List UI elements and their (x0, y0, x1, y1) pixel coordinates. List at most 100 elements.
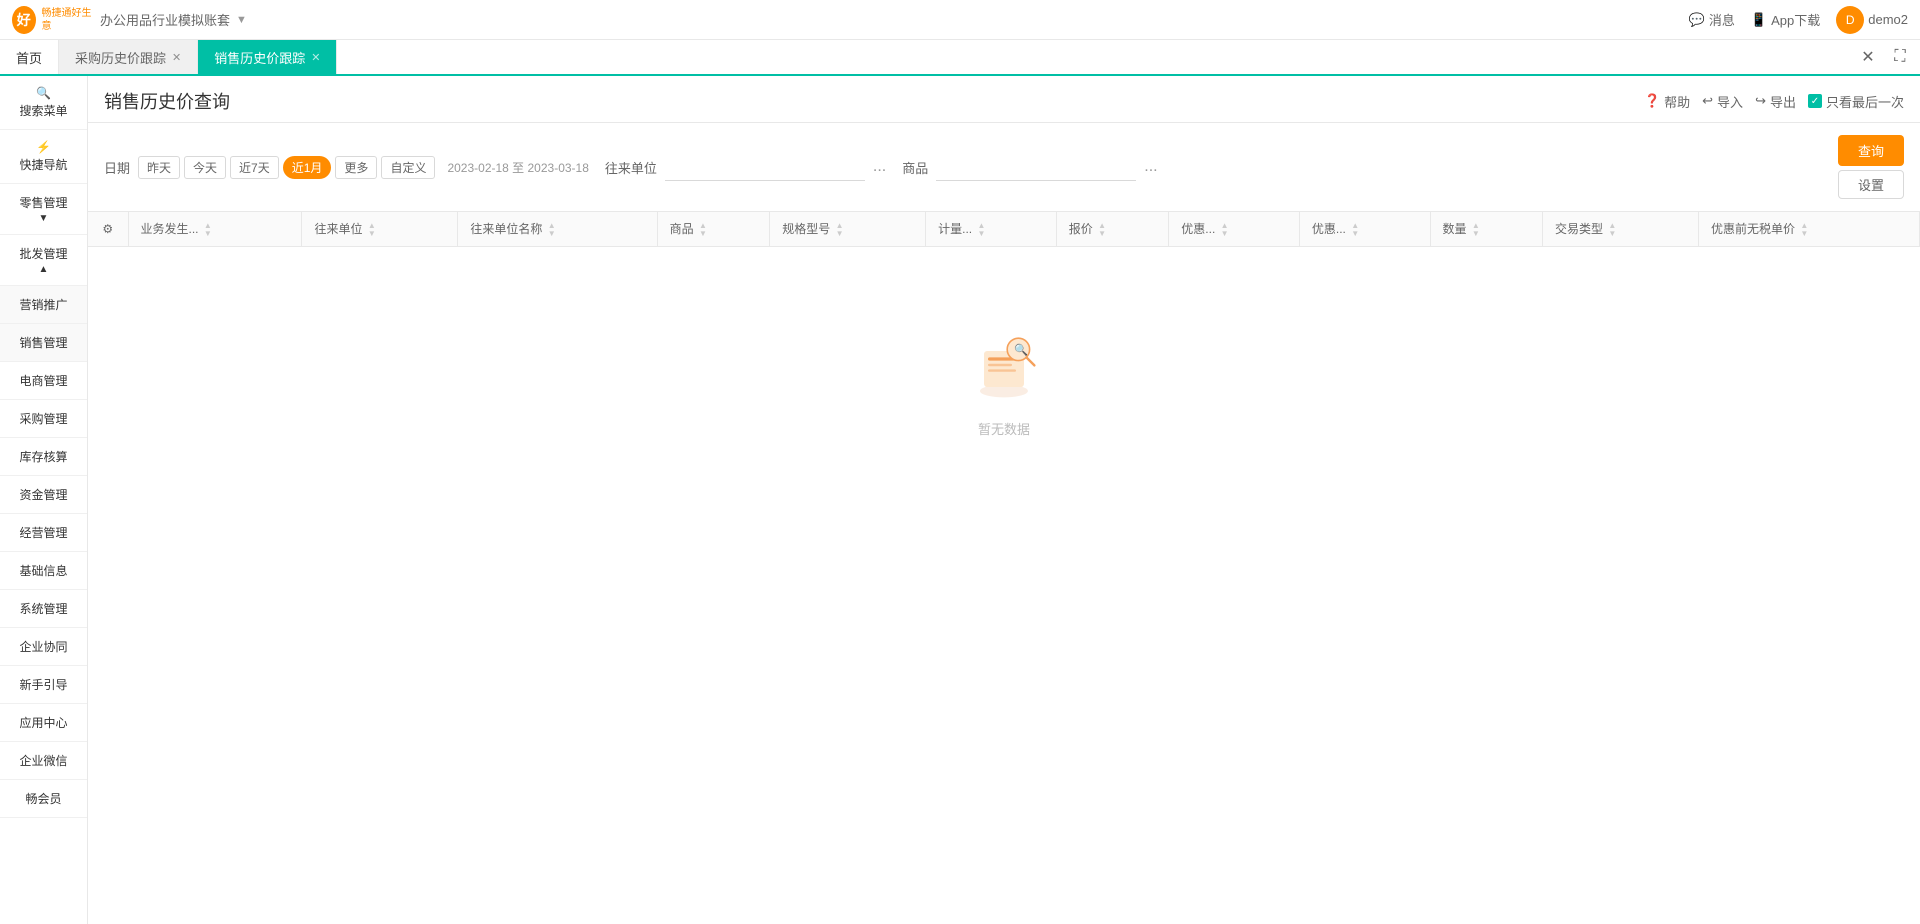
export-button[interactable]: ↪ 导出 (1755, 92, 1796, 111)
sidebar-item-wholesale[interactable]: 批发管理 ▲ (0, 235, 87, 286)
last-one-only-checkbox[interactable]: ✓ 只看最后一次 (1808, 92, 1904, 111)
sort-discount1-icon: ▲▼ (1221, 222, 1229, 238)
date-btn-custom[interactable]: 自定义 (381, 156, 435, 179)
sidebar-item-purchase[interactable]: 采购管理 (0, 400, 87, 438)
message-button[interactable]: 💬 消息 (1689, 10, 1735, 29)
col-qty[interactable]: 数量 ▲▼ (1430, 212, 1543, 246)
goods-input[interactable] (936, 153, 1136, 181)
sort-counterparty-icon: ▲▼ (368, 222, 376, 238)
sidebar: 🔍 搜索菜单 ⚡ 快捷导航 零售管理 ▼ 批发管理 ▲ 营销推广 销售管理 电商… (0, 76, 88, 924)
sidebar-item-marketing[interactable]: 营销推广 (0, 286, 87, 324)
tab-sales-label: 销售历史价跟踪 (214, 48, 305, 67)
goods-filter-group: 商品 ... (902, 153, 1157, 181)
sidebar-item-member[interactable]: 畅会员 (0, 780, 87, 818)
last-one-only-label: 只看最后一次 (1826, 92, 1904, 111)
tab-purchase-close-icon[interactable]: ✕ (172, 51, 181, 64)
user-avatar-button[interactable]: D demo2 (1836, 6, 1908, 34)
sidebar-item-guide[interactable]: 新手引导 (0, 666, 87, 704)
sidebar-item-quick-nav[interactable]: ⚡ 快捷导航 (0, 130, 87, 184)
date-options: 昨天 今天 近7天 近1月 更多 自定义 (138, 156, 435, 179)
user-name-label: demo2 (1868, 12, 1908, 27)
app-icon: 📱 (1751, 12, 1767, 28)
help-button[interactable]: ❓ 帮助 (1644, 92, 1690, 111)
tab-home[interactable]: 首页 (0, 40, 59, 74)
query-button[interactable]: 查询 (1838, 135, 1904, 166)
sidebar-item-finance[interactable]: 资金管理 (0, 476, 87, 514)
sidebar-wechat-label: 企业微信 (19, 752, 67, 769)
col-tx-type[interactable]: 交易类型 ▲▼ (1543, 212, 1699, 246)
top-bar: 好 畅捷通好生意 办公用品行业模拟账套 ▼ 💬 消息 📱 App下载 D dem… (0, 0, 1920, 40)
sidebar-item-enterprise[interactable]: 企业协同 (0, 628, 87, 666)
sidebar-item-system[interactable]: 系统管理 (0, 590, 87, 628)
sidebar-item-search[interactable]: 🔍 搜索菜单 (0, 76, 87, 130)
sidebar-item-wechat[interactable]: 企业微信 (0, 742, 87, 780)
col-counterparty-name[interactable]: 往来单位名称 ▲▼ (458, 212, 657, 246)
sort-tx-type-icon: ▲▼ (1608, 222, 1616, 238)
sidebar-member-label: 畅会员 (25, 790, 61, 807)
help-label: 帮助 (1664, 92, 1690, 111)
import-icon: ↩ (1702, 93, 1713, 109)
help-icon: ❓ (1644, 93, 1660, 109)
date-btn-7days[interactable]: 近7天 (230, 156, 279, 179)
table-header-row: ⚙ 业务发生... ▲▼ 往来单位 ▲▼ (88, 212, 1920, 246)
col-counterparty[interactable]: 往来单位 ▲▼ (302, 212, 458, 246)
sort-spec-icon: ▲▼ (836, 222, 844, 238)
goods-more-icon[interactable]: ... (1144, 158, 1157, 176)
export-icon: ↪ (1755, 93, 1766, 109)
col-quote[interactable]: 报价 ▲▼ (1056, 212, 1169, 246)
sort-biz-date-icon: ▲▼ (204, 222, 212, 238)
sort-discount2-icon: ▲▼ (1351, 222, 1359, 238)
tab-sales-close-icon[interactable]: ✕ (311, 51, 320, 64)
counterparty-input[interactable] (665, 153, 865, 181)
sidebar-purchase-label: 采购管理 (19, 410, 67, 427)
date-btn-more[interactable]: 更多 (335, 156, 377, 179)
sidebar-item-inventory[interactable]: 库存核算 (0, 438, 87, 476)
page-actions: ❓ 帮助 ↩ 导入 ↪ 导出 ✓ 只看最后一次 (1644, 92, 1904, 111)
tab-purchase[interactable]: 采购历史价跟踪 ✕ (59, 40, 198, 74)
col-biz-date[interactable]: 业务发生... ▲▼ (128, 212, 302, 246)
col-unit[interactable]: 计量... ▲▼ (926, 212, 1057, 246)
sidebar-item-ecommerce[interactable]: 电商管理 (0, 362, 87, 400)
sidebar-item-retail[interactable]: 零售管理 ▼ (0, 184, 87, 235)
sidebar-item-app-center[interactable]: 应用中心 (0, 704, 87, 742)
sidebar-item-operations[interactable]: 经营管理 (0, 514, 87, 552)
sidebar-app-center-label: 应用中心 (19, 714, 67, 731)
tab-sales[interactable]: 销售历史价跟踪 ✕ (198, 40, 337, 74)
tab-home-label: 首页 (16, 48, 42, 67)
col-settings[interactable]: ⚙ (88, 212, 128, 246)
sidebar-system-label: 系统管理 (19, 600, 67, 617)
import-button[interactable]: ↩ 导入 (1702, 92, 1743, 111)
message-icon: 💬 (1689, 12, 1705, 28)
col-spec[interactable]: 规格型号 ▲▼ (770, 212, 926, 246)
col-discount2[interactable]: 优惠... ▲▼ (1299, 212, 1430, 246)
sidebar-enterprise-label: 企业协同 (19, 638, 67, 655)
sidebar-sales-mgmt-label: 销售管理 (19, 334, 67, 351)
counterparty-more-icon[interactable]: ... (873, 158, 886, 176)
col-goods[interactable]: 商品 ▲▼ (657, 212, 770, 246)
data-table: ⚙ 业务发生... ▲▼ 往来单位 ▲▼ (88, 212, 1920, 247)
close-window-button[interactable]: ✕ (1856, 45, 1880, 69)
date-btn-1month[interactable]: 近1月 (283, 156, 332, 179)
app-download-button[interactable]: 📱 App下载 (1751, 10, 1820, 29)
sidebar-quick-nav-label: 快捷导航 (19, 156, 67, 173)
date-btn-yesterday[interactable]: 昨天 (138, 156, 180, 179)
settings-button[interactable]: 设置 (1838, 170, 1904, 199)
sort-unit-icon: ▲▼ (977, 222, 985, 238)
sidebar-item-basic-info[interactable]: 基础信息 (0, 552, 87, 590)
col-pre-tax-price[interactable]: 优惠前无税单价 ▲▼ (1698, 212, 1919, 246)
sort-qty-icon: ▲▼ (1472, 222, 1480, 238)
table-container: ⚙ 业务发生... ▲▼ 往来单位 ▲▼ (88, 212, 1920, 924)
date-btn-today[interactable]: 今天 (184, 156, 226, 179)
sidebar-item-sales-mgmt[interactable]: 销售管理 (0, 324, 87, 362)
maximize-window-button[interactable]: ⛶ (1888, 45, 1912, 69)
message-label: 消息 (1709, 10, 1735, 29)
sidebar-inventory-label: 库存核算 (19, 448, 67, 465)
col-discount1[interactable]: 优惠... ▲▼ (1169, 212, 1300, 246)
logo-text: 畅捷通好生意 (42, 7, 92, 33)
main-layout: 🔍 搜索菜单 ⚡ 快捷导航 零售管理 ▼ 批发管理 ▲ 营销推广 销售管理 电商… (0, 76, 1920, 924)
logo-icon: 好 (12, 6, 36, 34)
checkbox-icon: ✓ (1808, 94, 1822, 108)
page-title: 销售历史价查询 (104, 88, 230, 114)
search-icon: 🔍 (36, 86, 51, 100)
avatar: D (1836, 6, 1864, 34)
